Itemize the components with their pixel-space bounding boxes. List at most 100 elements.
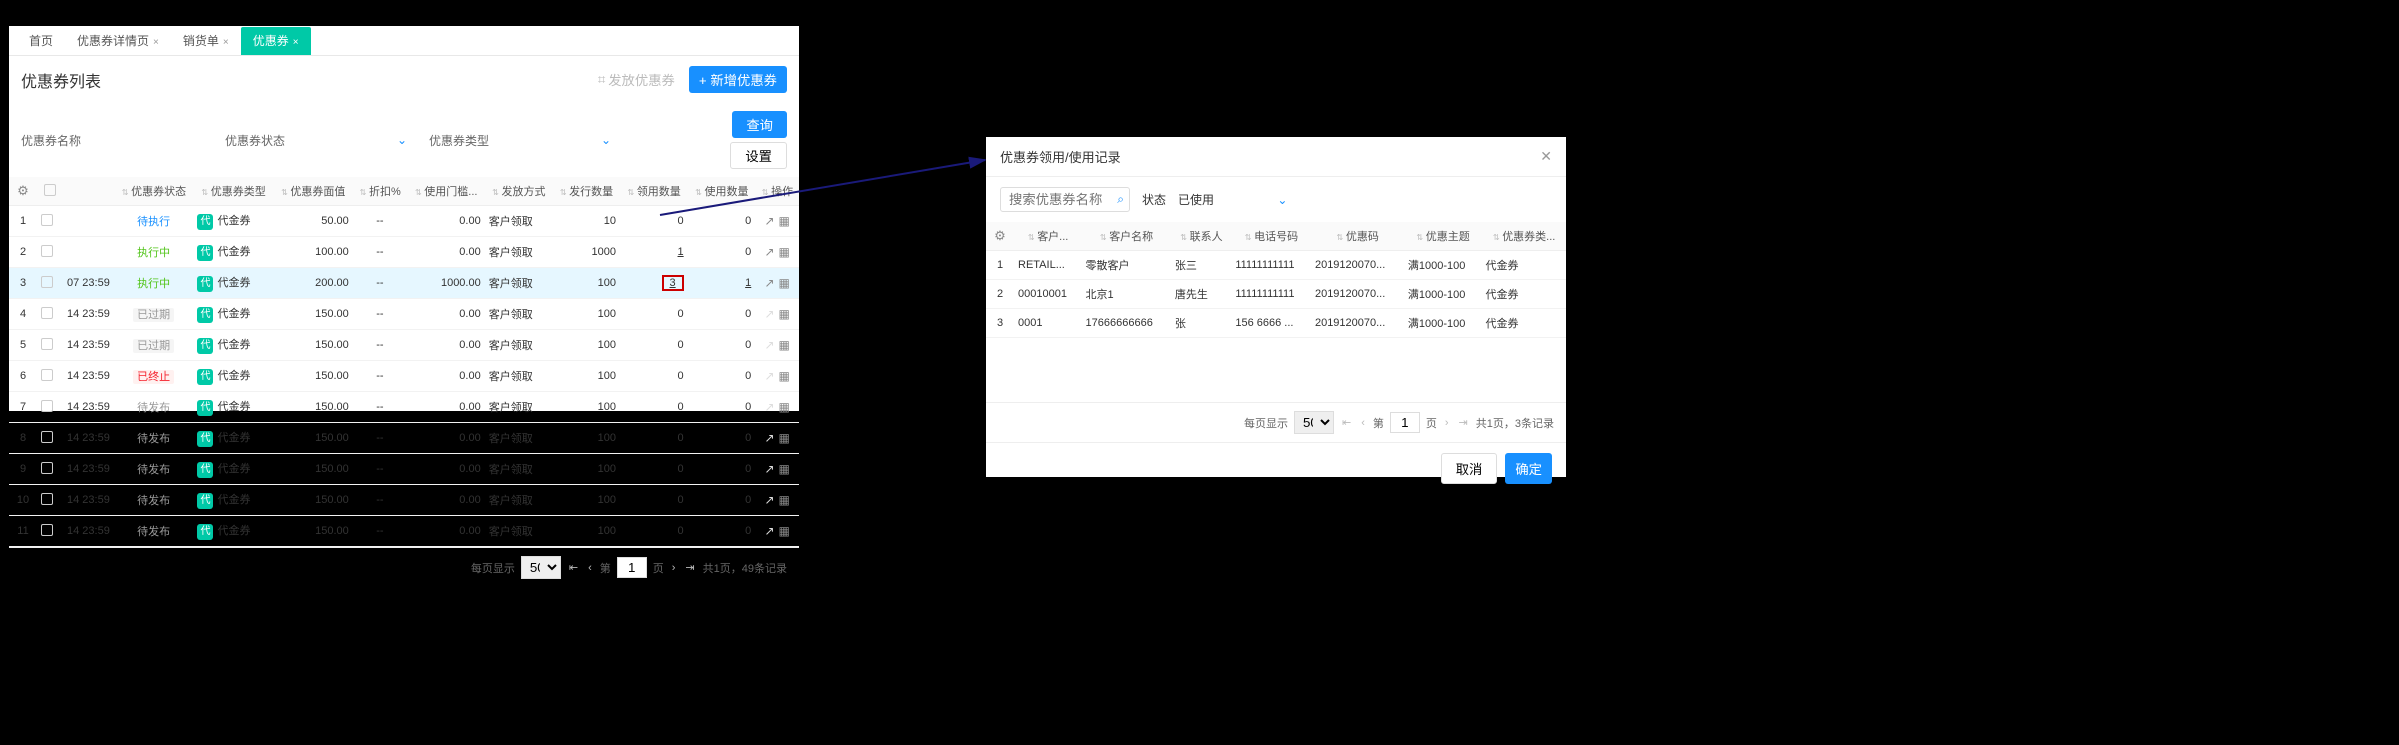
column-header[interactable]: ⇅客户... bbox=[1014, 222, 1082, 251]
column-header[interactable]: ⇅优惠券类型 bbox=[193, 177, 273, 206]
column-header[interactable]: ⇅领用数量 bbox=[620, 177, 688, 206]
page-input[interactable] bbox=[1390, 412, 1420, 433]
qrcode-icon[interactable]: ▦ bbox=[779, 369, 790, 383]
qrcode-icon[interactable]: ▦ bbox=[779, 400, 790, 414]
row-checkbox[interactable] bbox=[41, 245, 53, 257]
table-row[interactable]: 1114 23:59待发布代代金券150.00--0.00客户领取10000↗▦ bbox=[9, 516, 799, 547]
page-input[interactable] bbox=[617, 557, 647, 578]
per-page-select[interactable]: 50 bbox=[1294, 411, 1334, 434]
table-row[interactable]: 1014 23:59待发布代代金券150.00--0.00客户领取10000↗▦ bbox=[9, 485, 799, 516]
table-row[interactable]: 3000117666666666张156 6666 ...2019120070.… bbox=[986, 309, 1566, 338]
column-header[interactable]: ⇅使用数量 bbox=[688, 177, 756, 206]
claim-count-link[interactable]: 1 bbox=[678, 246, 684, 258]
column-header[interactable]: ⇅操作 bbox=[755, 177, 799, 206]
qrcode-icon[interactable]: ▦ bbox=[779, 307, 790, 321]
column-header[interactable]: ⇅折扣% bbox=[353, 177, 407, 206]
table-row[interactable]: 414 23:59已过期代代金券150.00--0.00客户领取10000↗▦ bbox=[9, 299, 799, 330]
row-checkbox[interactable] bbox=[41, 400, 53, 412]
issue-qty: 10 bbox=[552, 206, 620, 237]
row-checkbox[interactable] bbox=[41, 462, 53, 474]
last-page-icon[interactable]: ⇥ bbox=[1457, 416, 1470, 429]
qrcode-icon[interactable]: ▦ bbox=[779, 338, 790, 352]
table-row[interactable]: 1待执行代代金券50.00--0.00客户领取1000↗▦ bbox=[9, 206, 799, 237]
tab-bar: 首页优惠券详情页×销货单×优惠券× bbox=[9, 26, 799, 56]
next-page-icon[interactable]: › bbox=[1443, 417, 1451, 429]
share-icon[interactable]: ↗ bbox=[764, 276, 774, 290]
gear-icon[interactable]: ⚙ bbox=[994, 228, 1006, 243]
column-header[interactable]: ⇅优惠券类... bbox=[1482, 222, 1566, 251]
table-row[interactable]: 814 23:59待发布代代金券150.00--0.00客户领取10000↗▦ bbox=[9, 423, 799, 454]
column-header[interactable]: ⇅优惠券面值 bbox=[273, 177, 353, 206]
table-row[interactable]: 307 23:59执行中代代金券200.00--1000.00客户领取10031… bbox=[9, 268, 799, 299]
table-row[interactable]: 2执行中代代金券100.00--0.00客户领取100010↗▦ bbox=[9, 237, 799, 268]
last-page-icon[interactable]: ⇥ bbox=[683, 561, 696, 574]
row-checkbox[interactable] bbox=[41, 493, 53, 505]
table-row[interactable]: 1RETAIL...零散客户张三111111111112019120070...… bbox=[986, 251, 1566, 280]
distribute-coupon-button[interactable]: ⌗发放优惠券 bbox=[590, 66, 683, 93]
column-header[interactable]: ⇅优惠券状态 bbox=[114, 177, 194, 206]
next-page-icon[interactable]: › bbox=[670, 562, 678, 574]
qrcode-icon[interactable]: ▦ bbox=[779, 462, 790, 476]
share-icon[interactable]: ↗ bbox=[764, 214, 774, 228]
modal-status-select[interactable]: 已使用 ⌄ bbox=[1178, 191, 1298, 208]
tab-优惠券[interactable]: 优惠券× bbox=[241, 27, 311, 55]
select-all-checkbox[interactable] bbox=[44, 184, 56, 196]
query-button[interactable]: 查询 bbox=[732, 111, 787, 138]
prev-page-icon[interactable]: ‹ bbox=[586, 562, 594, 574]
column-header[interactable]: ⇅优惠码 bbox=[1311, 222, 1404, 251]
row-checkbox[interactable] bbox=[41, 338, 53, 350]
column-header[interactable]: ⇅优惠主题 bbox=[1404, 222, 1482, 251]
qrcode-icon[interactable]: ▦ bbox=[779, 431, 790, 445]
first-page-icon[interactable]: ⇤ bbox=[567, 561, 580, 574]
tab-销货单[interactable]: 销货单× bbox=[171, 27, 241, 55]
tab-首页[interactable]: 首页 bbox=[17, 27, 65, 55]
column-header[interactable]: ⇅客户名称 bbox=[1082, 222, 1171, 251]
column-header[interactable]: ⇅发行数量 bbox=[552, 177, 620, 206]
distribute-method: 客户领取 bbox=[485, 361, 553, 392]
qrcode-icon[interactable]: ▦ bbox=[779, 524, 790, 538]
cancel-button[interactable]: 取消 bbox=[1441, 453, 1498, 484]
table-row[interactable]: 714 23:59待发布代代金券150.00--0.00客户领取10000↗▦ bbox=[9, 392, 799, 423]
gear-icon[interactable]: ⚙ bbox=[17, 183, 29, 198]
search-coupon-input[interactable] bbox=[1000, 187, 1130, 212]
row-checkbox[interactable] bbox=[41, 369, 53, 381]
table-row[interactable]: 914 23:59待发布代代金券150.00--0.00客户领取10000↗▦ bbox=[9, 454, 799, 485]
column-header[interactable]: ⇅使用门槛... bbox=[407, 177, 485, 206]
close-icon[interactable]: × bbox=[293, 37, 299, 48]
column-header[interactable]: ⇅电话号码 bbox=[1231, 222, 1311, 251]
per-page-select[interactable]: 50 bbox=[521, 556, 561, 579]
column-header[interactable]: ⇅联系人 bbox=[1171, 222, 1231, 251]
settings-button[interactable]: 设置 bbox=[730, 142, 787, 169]
row-checkbox[interactable] bbox=[41, 276, 53, 288]
filter-name-input[interactable] bbox=[87, 129, 207, 151]
row-checkbox[interactable] bbox=[41, 524, 53, 536]
filter-status-select[interactable]: ⌄ bbox=[291, 130, 411, 150]
add-coupon-button[interactable]: + 新增优惠券 bbox=[689, 66, 787, 93]
table-row[interactable]: 200010001北京1唐先生111111111112019120070...满… bbox=[986, 280, 1566, 309]
close-icon[interactable]: × bbox=[223, 37, 229, 48]
threshold: 0.00 bbox=[407, 516, 485, 547]
first-page-icon[interactable]: ⇤ bbox=[1340, 416, 1353, 429]
row-checkbox[interactable] bbox=[41, 307, 53, 319]
search-icon[interactable]: ⌕ bbox=[1117, 192, 1124, 207]
close-icon[interactable]: × bbox=[153, 37, 159, 48]
tab-优惠券详情页[interactable]: 优惠券详情页× bbox=[65, 27, 171, 55]
prev-page-icon[interactable]: ‹ bbox=[1359, 417, 1367, 429]
close-icon[interactable]: ✕ bbox=[1540, 148, 1552, 165]
share-icon[interactable]: ↗ bbox=[764, 245, 774, 259]
type-badge-icon: 代 bbox=[197, 431, 213, 447]
row-index: 3 bbox=[9, 268, 37, 299]
use-count-link[interactable]: 1 bbox=[745, 277, 751, 289]
confirm-button[interactable]: 确定 bbox=[1505, 453, 1552, 484]
row-checkbox[interactable] bbox=[41, 214, 53, 226]
qrcode-icon[interactable]: ▦ bbox=[779, 276, 790, 290]
qrcode-icon[interactable]: ▦ bbox=[779, 493, 790, 507]
claim-count-link[interactable]: 3 bbox=[670, 277, 676, 289]
qrcode-icon[interactable]: ▦ bbox=[779, 245, 790, 259]
row-checkbox[interactable] bbox=[41, 431, 53, 443]
qrcode-icon[interactable]: ▦ bbox=[779, 214, 790, 228]
table-row[interactable]: 614 23:59已终止代代金券150.00--0.00客户领取10000↗▦ bbox=[9, 361, 799, 392]
filter-type-select[interactable]: ⌄ bbox=[495, 130, 615, 150]
table-row[interactable]: 514 23:59已过期代代金券150.00--0.00客户领取10000↗▦ bbox=[9, 330, 799, 361]
column-header[interactable]: ⇅发放方式 bbox=[485, 177, 553, 206]
